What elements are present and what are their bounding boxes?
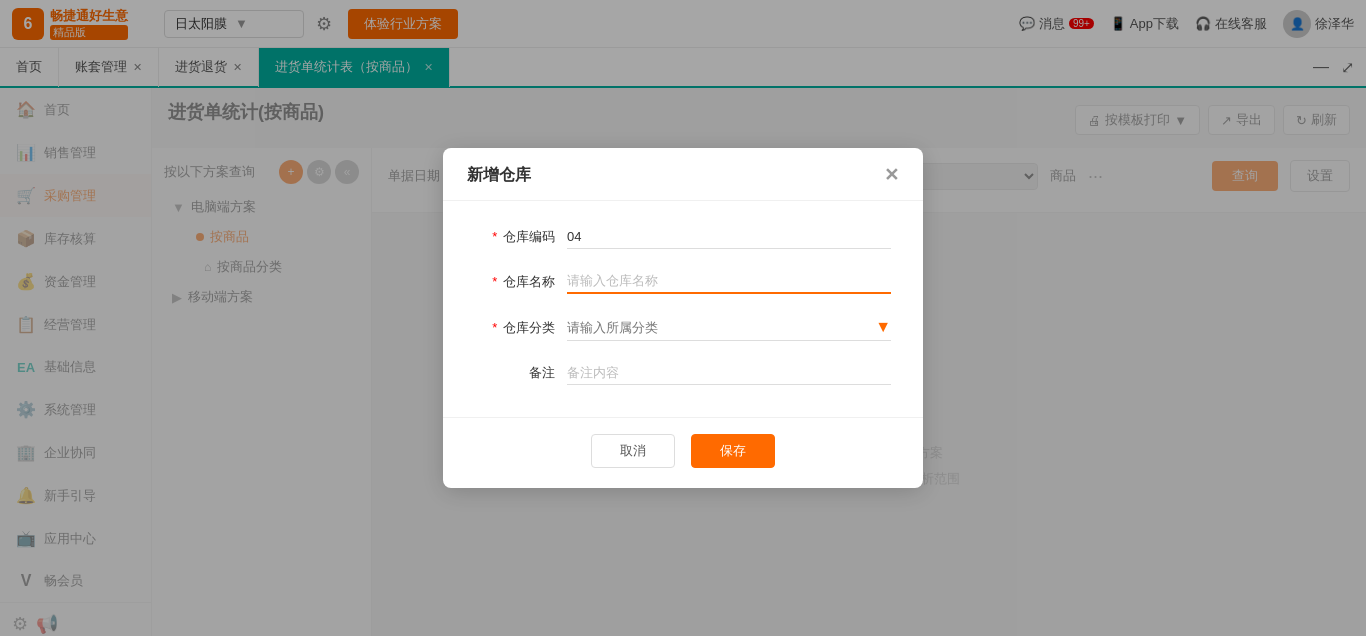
modal-overlay[interactable]: 新增仓库 ✕ * 仓库编码 * 仓库名称 xyxy=(0,0,1366,636)
remark-label: 备注 xyxy=(475,364,555,382)
code-required-mark: * xyxy=(492,229,497,244)
form-row-category: * 仓库分类 ▼ xyxy=(475,314,891,341)
category-select-row[interactable]: ▼ xyxy=(567,314,891,341)
dialog-close-btn[interactable]: ✕ xyxy=(884,164,899,186)
category-required-mark: * xyxy=(492,320,497,335)
save-btn[interactable]: 保存 xyxy=(691,434,775,468)
new-warehouse-dialog: 新增仓库 ✕ * 仓库编码 * 仓库名称 xyxy=(443,148,923,488)
name-input[interactable] xyxy=(567,269,891,294)
form-row-code: * 仓库编码 xyxy=(475,225,891,249)
dialog-body: * 仓库编码 * 仓库名称 * 仓库分类 xyxy=(443,201,923,417)
dialog-title: 新增仓库 xyxy=(467,165,531,186)
form-row-remark: 备注 xyxy=(475,361,891,385)
category-label: * 仓库分类 xyxy=(475,319,555,337)
code-label: * 仓库编码 xyxy=(475,228,555,246)
name-label: * 仓库名称 xyxy=(475,273,555,291)
category-dropdown-arrow: ▼ xyxy=(875,318,891,336)
cancel-btn[interactable]: 取消 xyxy=(591,434,675,468)
category-input[interactable] xyxy=(567,320,875,335)
remark-input[interactable] xyxy=(567,361,891,385)
form-row-name: * 仓库名称 xyxy=(475,269,891,294)
dialog-footer: 取消 保存 xyxy=(443,417,923,488)
code-input[interactable] xyxy=(567,225,891,249)
dialog-header: 新增仓库 ✕ xyxy=(443,148,923,201)
name-required-mark: * xyxy=(492,274,497,289)
